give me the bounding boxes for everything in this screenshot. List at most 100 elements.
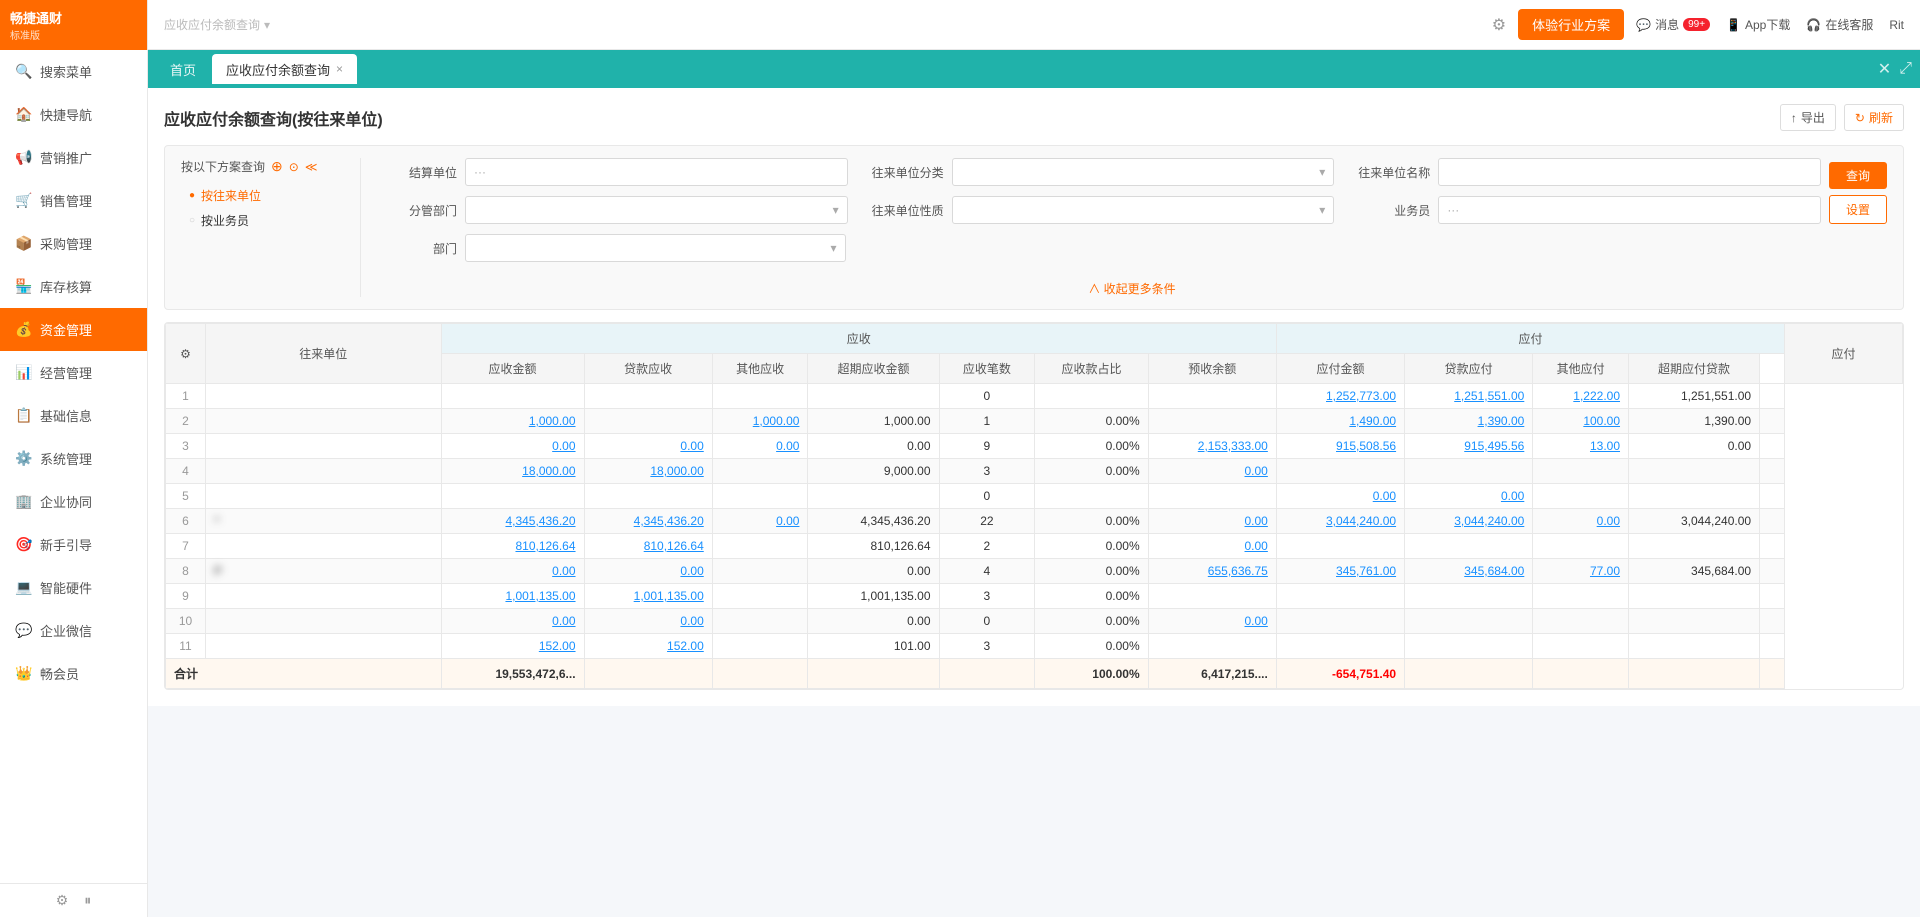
sidebar-item-inventory[interactable]: 🏪 库存核算 (0, 265, 147, 308)
table-cell[interactable]: 0.00 (441, 434, 584, 459)
sidebar-collapse-icon[interactable]: ⏸ (84, 892, 91, 909)
dept-input[interactable]: ▾ (465, 196, 848, 224)
tab-home[interactable]: 首页 (156, 54, 210, 84)
topbar-breadcrumb: 应收应付余额查询 ▾ (164, 16, 1480, 33)
table-cell[interactable]: 915,508.56 (1276, 434, 1404, 459)
table-cell[interactable]: 0.00 (712, 509, 808, 534)
table-cell[interactable]: 0.00 (441, 609, 584, 634)
query-button[interactable]: 查询 (1829, 162, 1887, 189)
table-cell[interactable]: 1,252,773.00 (1276, 384, 1404, 409)
table-cell[interactable]: 100.00 (1533, 409, 1629, 434)
table-cell[interactable]: 1,251,551.00 (1405, 384, 1533, 409)
table-cell[interactable]: 0.00 (712, 434, 808, 459)
table-cell[interactable]: 13.00 (1533, 434, 1629, 459)
table-cell[interactable]: 0.00 (441, 559, 584, 584)
table-cell[interactable]: 4,345,436.20 (584, 509, 712, 534)
table-cell[interactable]: 1,001,135.00 (441, 584, 584, 609)
table-cell[interactable]: 1,000.00 (712, 409, 808, 434)
table-cell[interactable]: 345,761.00 (1276, 559, 1404, 584)
app-download-item[interactable]: 📱 App下载 (1726, 16, 1790, 33)
setting-button[interactable]: 设置 (1829, 195, 1887, 224)
table-cell: 0 (939, 384, 1035, 409)
footer-recv-amount[interactable]: 19,553,472,6... (441, 659, 584, 689)
sidebar-item-operations[interactable]: 📊 经营管理 (0, 351, 147, 394)
table-cell: 3 (166, 434, 206, 459)
nature-input[interactable]: ▾ (952, 196, 1335, 224)
table-settings-icon[interactable]: ⚙ (180, 347, 191, 361)
filter-settings-icon[interactable]: ⊙ (289, 160, 299, 174)
sidebar-item-search-menu[interactable]: 🔍 搜索菜单 (0, 50, 147, 93)
table-scroll[interactable]: ⚙ 往来单位 应收 应付 应付 应收金额 贷款应收 其他应收 (165, 323, 1903, 689)
sidebar-item-sales[interactable]: 🛒 销售管理 (0, 179, 147, 222)
sidebar-item-finance[interactable]: 💰 资金管理 (0, 308, 147, 351)
sidebar-item-quick-nav[interactable]: 🏠 快捷导航 (0, 93, 147, 136)
table-cell[interactable]: 1,000.00 (441, 409, 584, 434)
subdept-input[interactable]: ▾ (465, 234, 846, 262)
filter-option-by-salesperson[interactable]: ○ 按业务员 (181, 208, 348, 233)
category-input[interactable]: ▾ (952, 158, 1335, 186)
table-cell[interactable]: 0.00 (584, 559, 712, 584)
collapse-more-btn[interactable]: ∧ 收起更多条件 (377, 280, 1887, 297)
sidebar-item-marketing[interactable]: 📢 营销推广 (0, 136, 147, 179)
refresh-button[interactable]: ↻ 刷新 (1844, 104, 1904, 131)
table-cell[interactable]: 18,000.00 (584, 459, 712, 484)
promo-button[interactable]: 体验行业方案 (1518, 9, 1624, 40)
app-icon: 📱 (1726, 18, 1741, 32)
online-service-item[interactable]: 🎧 在线客服 (1806, 16, 1873, 33)
sidebar-item-purchase[interactable]: 📦 采购管理 (0, 222, 147, 265)
col-settings[interactable]: ⚙ (166, 324, 206, 384)
table-cell[interactable]: 810,126.64 (584, 534, 712, 559)
table-cell[interactable]: 0.00 (584, 609, 712, 634)
sidebar-item-member[interactable]: 👑 畅会员 (0, 652, 147, 695)
table-cell (1405, 634, 1533, 659)
table-cell[interactable]: 655,636.75 (1148, 559, 1276, 584)
table-cell[interactable]: 0.00 (1276, 484, 1404, 509)
topbar-gear-icon[interactable]: ⚙ (1492, 15, 1506, 35)
category-label: 往来单位分类 (864, 164, 944, 181)
sidebar-settings-icon[interactable]: ⚙ (56, 892, 69, 909)
table-cell[interactable]: 77.00 (1533, 559, 1629, 584)
tab-expand-icon[interactable]: ⤢ (1899, 60, 1912, 78)
notification-item[interactable]: 💬 消息 99+ (1636, 16, 1710, 33)
sidebar-item-enterprise[interactable]: 🏢 企业协同 (0, 480, 147, 523)
table-cell[interactable]: 18,000.00 (441, 459, 584, 484)
table-cell[interactable]: 0.00 (1533, 509, 1629, 534)
table-cell[interactable]: 0.00 (1405, 484, 1533, 509)
table-cell[interactable]: 0.00 (1148, 534, 1276, 559)
table-cell: 0 (939, 609, 1035, 634)
table-cell[interactable]: 0.00 (584, 434, 712, 459)
table-cell[interactable]: 1,001,135.00 (584, 584, 712, 609)
table-cell[interactable]: 810,126.64 (441, 534, 584, 559)
table-cell[interactable]: 152.00 (584, 634, 712, 659)
table-cell[interactable]: 3,044,240.00 (1276, 509, 1404, 534)
table-cell (712, 634, 808, 659)
table-cell[interactable]: 1,490.00 (1276, 409, 1404, 434)
settlement-input[interactable]: ··· (465, 158, 848, 186)
user-info[interactable]: Rit (1889, 18, 1904, 32)
table-cell[interactable]: 4,345,436.20 (441, 509, 584, 534)
filter-option-by-partner[interactable]: ● 按往来单位 (181, 183, 348, 208)
tab-close-window-icon[interactable]: ✕ (1878, 59, 1891, 79)
sidebar-item-system[interactable]: ⚙️ 系统管理 (0, 437, 147, 480)
add-filter-icon[interactable]: ⊕ (271, 158, 283, 175)
sidebar-item-wechat[interactable]: 💬 企业微信 (0, 609, 147, 652)
sidebar-item-basic-info[interactable]: 📋 基础信息 (0, 394, 147, 437)
table-cell[interactable]: 3,044,240.00 (1405, 509, 1533, 534)
sidebar-item-guide[interactable]: 🎯 新手引导 (0, 523, 147, 566)
salesperson-input[interactable]: ··· (1438, 196, 1821, 224)
table-cell[interactable]: 1,390.00 (1405, 409, 1533, 434)
tab-receivable-query[interactable]: 应收应付余额查询 × (212, 54, 357, 84)
export-button[interactable]: ↑ 导出 (1780, 104, 1836, 131)
sidebar-item-hardware[interactable]: 💻 智能硬件 (0, 566, 147, 609)
table-cell[interactable]: 0.00 (1148, 609, 1276, 634)
table-cell[interactable]: 345,684.00 (1405, 559, 1533, 584)
partnername-input[interactable] (1438, 158, 1821, 186)
tab-close-icon[interactable]: × (336, 62, 343, 76)
table-cell[interactable]: 152.00 (441, 634, 584, 659)
table-cell[interactable]: 915,495.56 (1405, 434, 1533, 459)
table-cell[interactable]: 0.00 (1148, 459, 1276, 484)
table-cell[interactable]: 1,222.00 (1533, 384, 1629, 409)
table-cell[interactable]: 0.00 (1148, 509, 1276, 534)
table-cell[interactable]: 2,153,333.00 (1148, 434, 1276, 459)
filter-collapse-left-icon[interactable]: ≪ (305, 160, 318, 174)
